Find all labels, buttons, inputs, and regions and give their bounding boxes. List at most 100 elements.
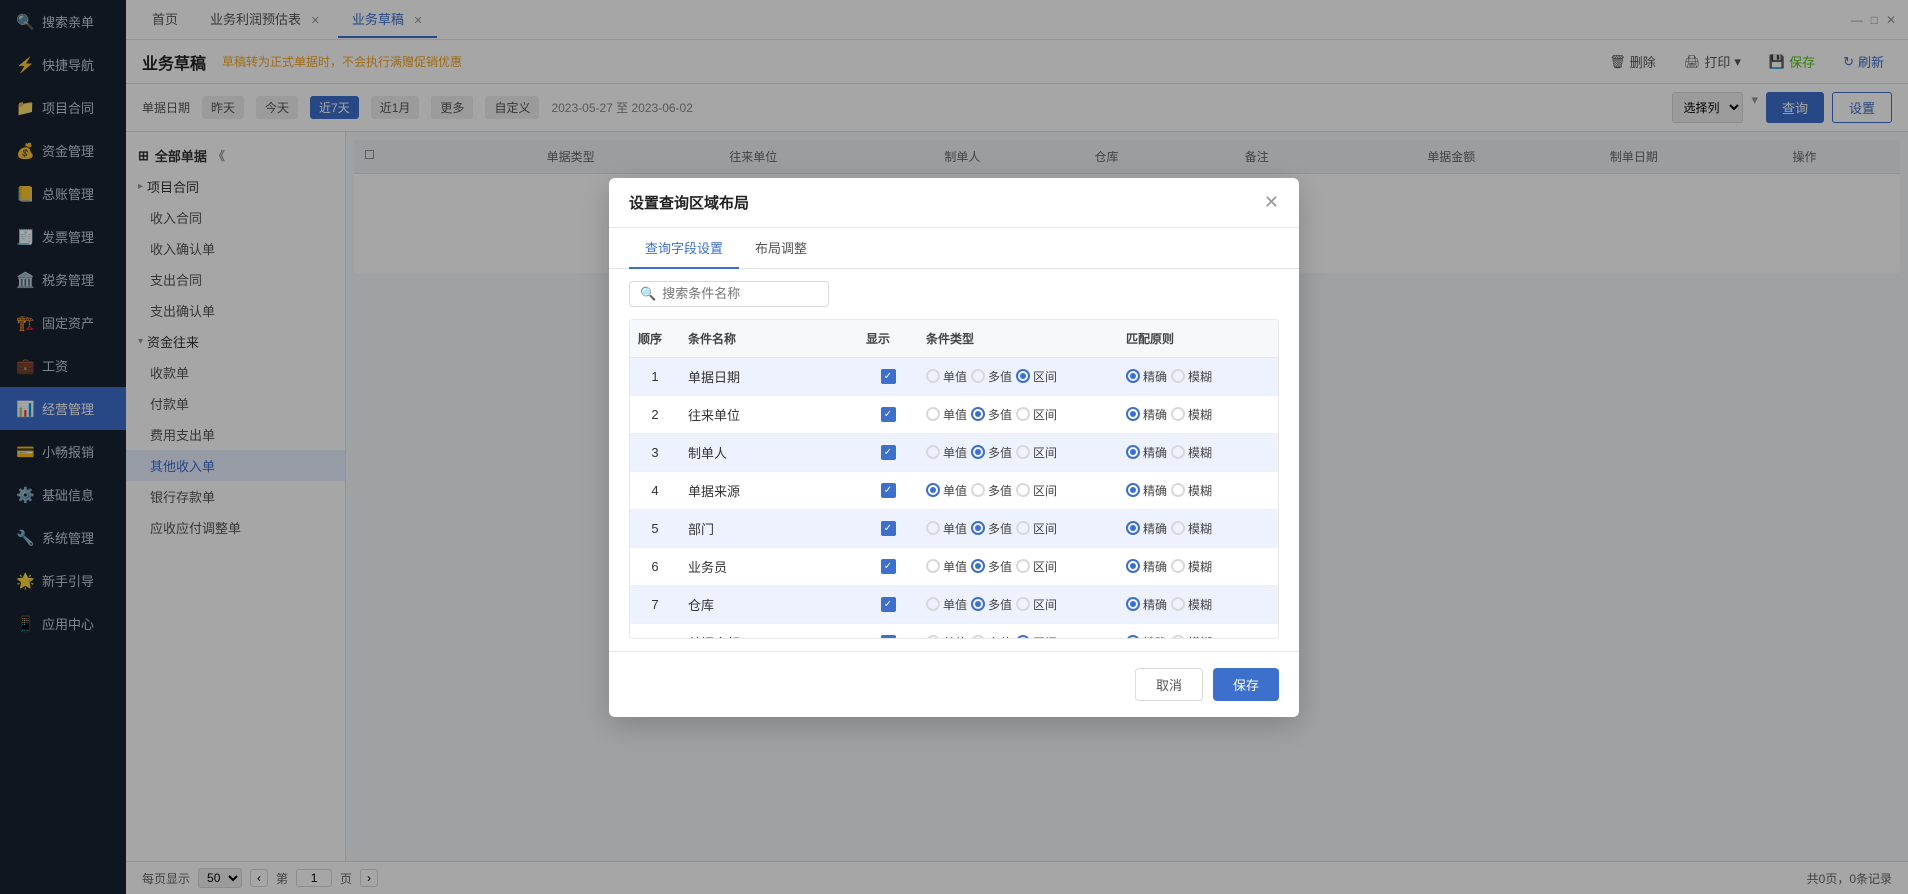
radio-circle[interactable] — [1171, 407, 1185, 421]
radio-circle[interactable] — [1016, 407, 1030, 421]
radio-circle[interactable] — [971, 407, 985, 421]
radio-item[interactable]: 单值 — [926, 482, 967, 499]
radio-item[interactable]: 多值 — [971, 634, 1012, 639]
radio-circle[interactable] — [1126, 635, 1140, 639]
radio-item[interactable]: 单值 — [926, 558, 967, 575]
radio-circle[interactable] — [1016, 635, 1030, 639]
radio-item[interactable]: 区间 — [1016, 444, 1057, 461]
radio-item[interactable]: 多值 — [971, 596, 1012, 613]
cell-show[interactable]: ✓ — [858, 398, 918, 431]
radio-item[interactable]: 区间 — [1016, 482, 1057, 499]
radio-item[interactable]: 多值 — [971, 368, 1012, 385]
radio-circle[interactable] — [1016, 369, 1030, 383]
radio-item[interactable]: 精确 — [1126, 368, 1167, 385]
radio-item[interactable]: 单值 — [926, 406, 967, 423]
radio-item[interactable]: 区间 — [1016, 520, 1057, 537]
radio-circle[interactable] — [971, 635, 985, 639]
cell-match[interactable]: 精确 模糊 — [1118, 473, 1278, 508]
show-checkbox[interactable]: ✓ — [881, 635, 896, 639]
radio-item[interactable]: 多值 — [971, 520, 1012, 537]
cell-type[interactable]: 单值 多值 区间 — [918, 625, 1118, 639]
cell-show[interactable]: ✓ — [858, 436, 918, 469]
radio-circle[interactable] — [1171, 369, 1185, 383]
cell-type[interactable]: 单值 多值 区间 — [918, 511, 1118, 546]
radio-item[interactable]: 模糊 — [1171, 558, 1212, 575]
modal-close-button[interactable]: ✕ — [1264, 192, 1279, 213]
radio-circle[interactable] — [1016, 445, 1030, 459]
radio-item[interactable]: 精确 — [1126, 558, 1167, 575]
radio-circle[interactable] — [1171, 483, 1185, 497]
cell-match[interactable]: 精确 模糊 — [1118, 511, 1278, 546]
radio-circle[interactable] — [971, 369, 985, 383]
radio-circle[interactable] — [971, 483, 985, 497]
radio-circle[interactable] — [1126, 445, 1140, 459]
radio-circle[interactable] — [1126, 521, 1140, 535]
show-checkbox[interactable]: ✓ — [881, 407, 896, 422]
cell-match[interactable]: 精确 模糊 — [1118, 435, 1278, 470]
cell-show[interactable]: ✓ — [858, 512, 918, 545]
show-checkbox[interactable]: ✓ — [881, 521, 896, 536]
radio-circle[interactable] — [926, 521, 940, 535]
cell-show[interactable]: ✓ — [858, 550, 918, 583]
radio-item[interactable]: 区间 — [1016, 634, 1057, 639]
radio-circle[interactable] — [971, 521, 985, 535]
radio-circle[interactable] — [926, 483, 940, 497]
cell-show[interactable]: ✓ — [858, 360, 918, 393]
radio-circle[interactable] — [1126, 559, 1140, 573]
cell-type[interactable]: 单值 多值 区间 — [918, 587, 1118, 622]
radio-circle[interactable] — [926, 369, 940, 383]
radio-circle[interactable] — [926, 407, 940, 421]
radio-circle[interactable] — [1126, 407, 1140, 421]
tab-layout-settings[interactable]: 布局调整 — [739, 228, 823, 269]
radio-item[interactable]: 单值 — [926, 444, 967, 461]
cell-type[interactable]: 单值 多值 区间 — [918, 397, 1118, 432]
cell-show[interactable]: ✓ — [858, 626, 918, 639]
cell-match[interactable]: 精确 模糊 — [1118, 549, 1278, 584]
radio-item[interactable]: 精确 — [1126, 406, 1167, 423]
radio-circle[interactable] — [1126, 483, 1140, 497]
show-checkbox[interactable]: ✓ — [881, 445, 896, 460]
cell-type[interactable]: 单值 多值 区间 — [918, 473, 1118, 508]
radio-circle[interactable] — [971, 445, 985, 459]
radio-item[interactable]: 模糊 — [1171, 634, 1212, 639]
radio-item[interactable]: 区间 — [1016, 596, 1057, 613]
radio-circle[interactable] — [1016, 559, 1030, 573]
radio-item[interactable]: 多值 — [971, 558, 1012, 575]
radio-item[interactable]: 区间 — [1016, 368, 1057, 385]
radio-circle[interactable] — [1126, 597, 1140, 611]
radio-item[interactable]: 模糊 — [1171, 368, 1212, 385]
radio-circle[interactable] — [1171, 597, 1185, 611]
radio-item[interactable]: 模糊 — [1171, 444, 1212, 461]
cancel-button[interactable]: 取消 — [1135, 668, 1203, 701]
cell-match[interactable]: 精确 模糊 — [1118, 587, 1278, 622]
radio-circle[interactable] — [971, 559, 985, 573]
cell-type[interactable]: 单值 多值 区间 — [918, 435, 1118, 470]
cell-show[interactable]: ✓ — [858, 474, 918, 507]
cell-type[interactable]: 单值 多值 区间 — [918, 359, 1118, 394]
show-checkbox[interactable]: ✓ — [881, 559, 896, 574]
modal-save-button[interactable]: 保存 — [1213, 668, 1279, 701]
radio-item[interactable]: 模糊 — [1171, 406, 1212, 423]
radio-circle[interactable] — [926, 445, 940, 459]
radio-circle[interactable] — [1016, 483, 1030, 497]
radio-circle[interactable] — [1171, 559, 1185, 573]
radio-item[interactable]: 模糊 — [1171, 596, 1212, 613]
radio-item[interactable]: 区间 — [1016, 558, 1057, 575]
radio-item[interactable]: 精确 — [1126, 596, 1167, 613]
radio-item[interactable]: 多值 — [971, 406, 1012, 423]
radio-circle[interactable] — [1171, 521, 1185, 535]
radio-circle[interactable] — [926, 597, 940, 611]
radio-item[interactable]: 多值 — [971, 444, 1012, 461]
radio-circle[interactable] — [1016, 597, 1030, 611]
radio-circle[interactable] — [926, 635, 940, 639]
radio-circle[interactable] — [1171, 635, 1185, 639]
radio-circle[interactable] — [1016, 521, 1030, 535]
radio-item[interactable]: 多值 — [971, 482, 1012, 499]
radio-circle[interactable] — [1171, 445, 1185, 459]
radio-item[interactable]: 单值 — [926, 596, 967, 613]
radio-item[interactable]: 精确 — [1126, 520, 1167, 537]
radio-item[interactable]: 精确 — [1126, 634, 1167, 639]
radio-item[interactable]: 精确 — [1126, 444, 1167, 461]
tab-field-settings[interactable]: 查询字段设置 — [629, 228, 739, 269]
cell-match[interactable]: 精确 模糊 — [1118, 359, 1278, 394]
